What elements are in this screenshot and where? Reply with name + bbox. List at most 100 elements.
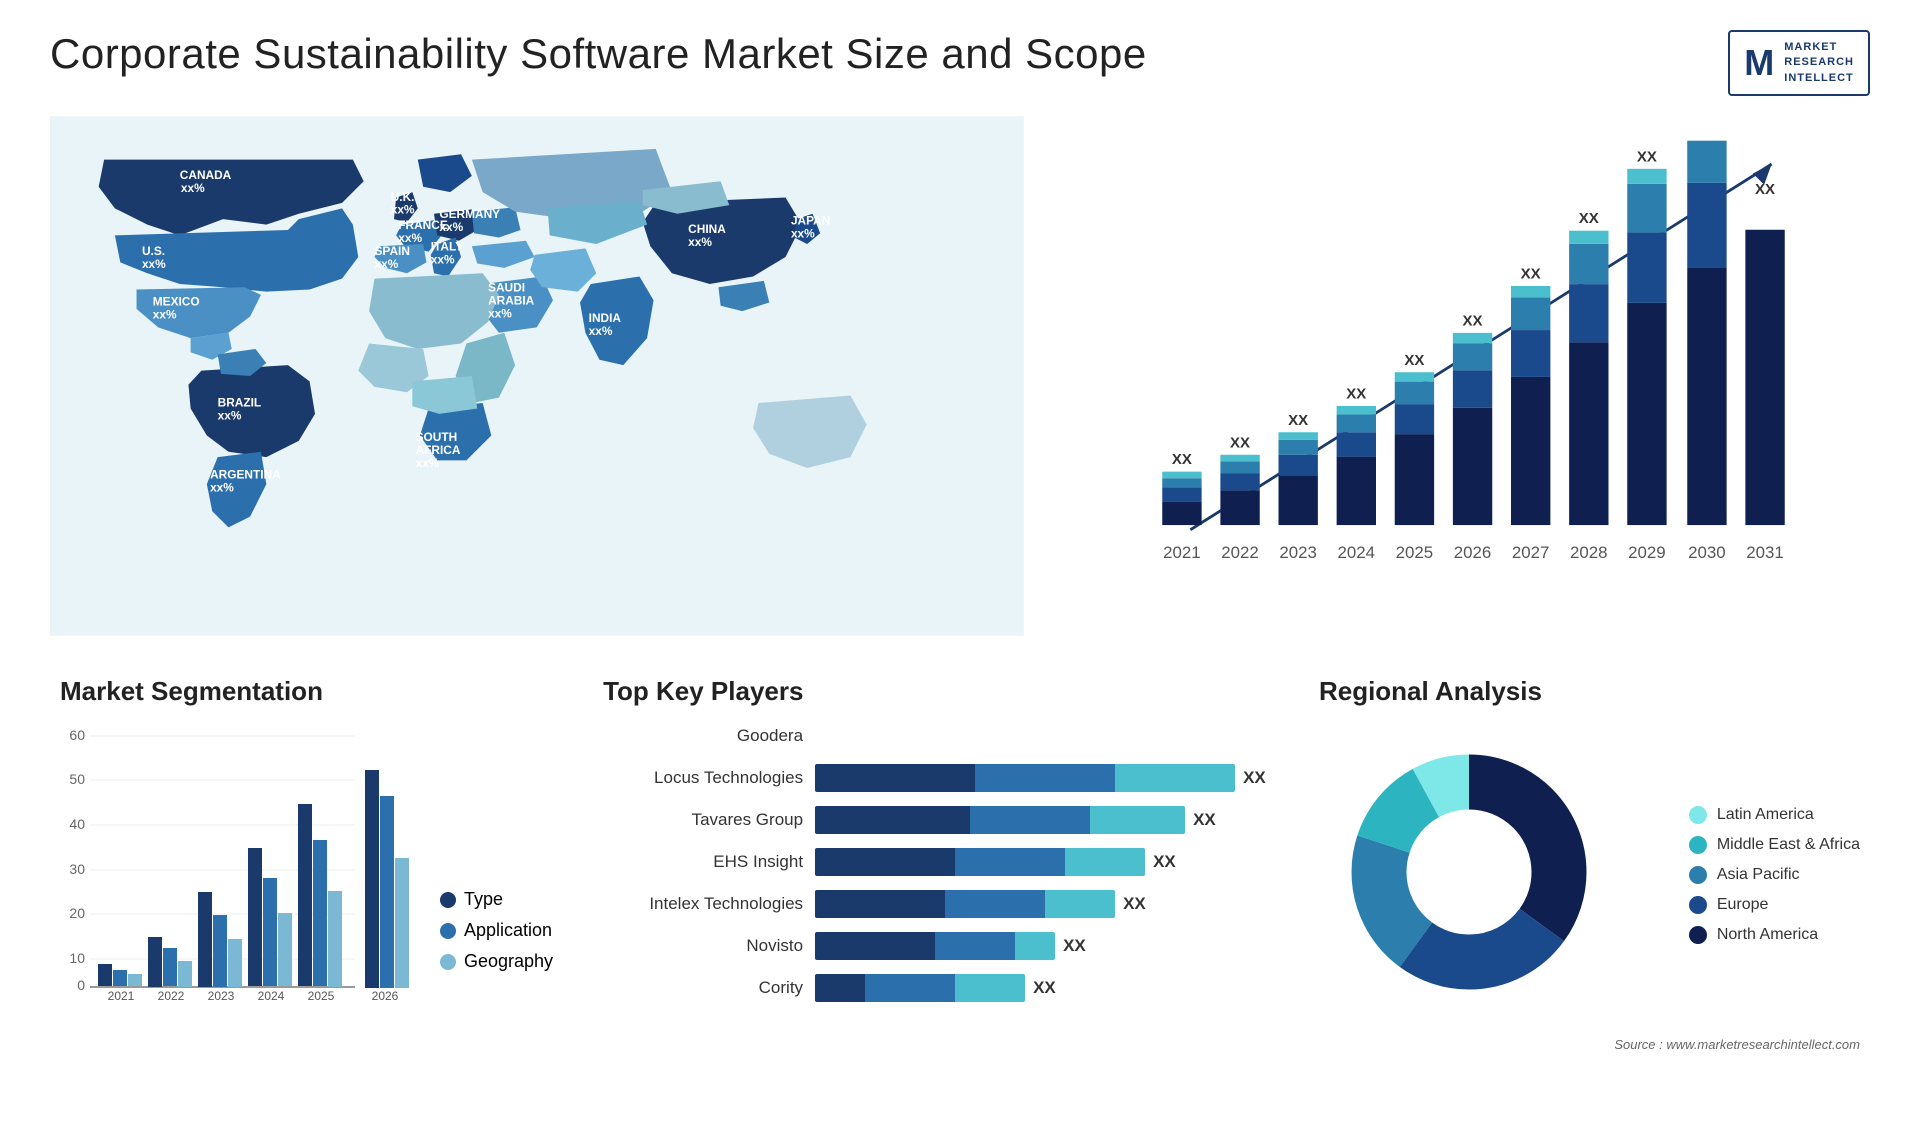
japan-label: JAPAN — [791, 214, 830, 228]
bar-locus-seg2 — [975, 764, 1115, 792]
bar-cority — [815, 974, 1025, 1002]
svg-text:2031: 2031 — [1746, 543, 1784, 562]
south-africa-label2: AFRICA — [416, 443, 461, 457]
bar-intelex — [815, 890, 1115, 918]
central-africa-shape — [412, 376, 477, 414]
svg-text:50: 50 — [69, 771, 85, 787]
saudi-label2: ARABIA — [488, 294, 535, 308]
svg-text:XX: XX — [1404, 352, 1424, 369]
player-tavares: Tavares Group XX — [603, 806, 1269, 834]
svg-text:2027: 2027 — [1511, 543, 1549, 562]
legend-type: Type — [440, 889, 553, 910]
china-label: CHINA — [688, 222, 726, 236]
player-name-ehs: EHS Insight — [603, 852, 803, 872]
bar-locus-seg3 — [1115, 764, 1235, 792]
svg-text:XX: XX — [1755, 181, 1775, 198]
bar-tavares-seg1 — [815, 806, 970, 834]
bar-cority-seg2 — [865, 974, 955, 1002]
seg-content: 60 50 40 30 20 10 0 — [60, 722, 553, 1002]
legend-application-label: Application — [464, 920, 552, 941]
dot-europe — [1689, 896, 1707, 914]
world-map-svg: CANADA xx% U.S. xx% MEXICO xx% BRAZIL xx… — [50, 116, 1024, 636]
svg-text:60: 60 — [69, 727, 85, 743]
regional-title: Regional Analysis — [1319, 676, 1860, 707]
brazil-label: BRAZIL — [218, 395, 262, 409]
player-value-tavares: XX — [1193, 810, 1216, 830]
dot-north-america — [1689, 926, 1707, 944]
legend-asia-pacific: Asia Pacific — [1689, 866, 1860, 884]
player-value-ehs: XX — [1153, 852, 1176, 872]
top-section: CANADA xx% U.S. xx% MEXICO xx% BRAZIL xx… — [50, 116, 1870, 636]
legend-type-dot — [440, 892, 456, 908]
market-seg-title: Market Segmentation — [60, 676, 553, 707]
bar-novisto-seg3 — [1015, 932, 1055, 960]
us-label: U.S. — [142, 244, 165, 258]
player-name-novisto: Novisto — [603, 936, 803, 956]
label-latin-america: Latin America — [1717, 806, 1814, 824]
dot-latin-america — [1689, 806, 1707, 824]
svg-text:XX: XX — [1230, 434, 1250, 451]
key-players: Top Key Players Goodera Locus Technologi… — [583, 666, 1289, 1066]
svg-text:XX: XX — [1520, 266, 1540, 283]
growth-chart-svg: 2021 XX 2022 XX 2023 XX — [1064, 136, 1861, 586]
svg-text:2025: 2025 — [308, 989, 335, 1002]
svg-text:2021: 2021 — [1163, 543, 1201, 562]
svg-text:2021: 2021 — [108, 989, 135, 1002]
argentina-value: xx% — [210, 481, 234, 495]
france-value: xx% — [398, 231, 422, 245]
svg-text:2028: 2028 — [1570, 543, 1608, 562]
player-value-novisto: XX — [1063, 936, 1086, 956]
player-novisto: Novisto XX — [603, 932, 1269, 960]
legend-geography-dot — [440, 954, 456, 970]
saudi-label: SAUDI — [488, 281, 525, 295]
bar-novisto — [815, 932, 1055, 960]
growth-chart-container: 2021 XX 2022 XX 2023 XX — [1054, 116, 1871, 636]
donut-wrap: Latin America Middle East & Africa Asia … — [1319, 722, 1860, 1027]
label-north-america: North America — [1717, 926, 1818, 944]
bar-cority-seg3 — [955, 974, 1025, 1002]
argentina-label: ARGENTINA — [210, 468, 281, 482]
logo-text: MARKET RESEARCH INTELLECT — [1784, 40, 1854, 86]
svg-text:XX: XX — [1578, 210, 1598, 227]
player-name-goodera: Goodera — [603, 726, 803, 746]
svg-text:XX: XX — [1462, 313, 1482, 330]
svg-text:10: 10 — [69, 950, 85, 966]
player-name-locus: Locus Technologies — [603, 768, 803, 788]
player-bar-intelex: XX — [815, 890, 1269, 918]
bottom-section: Market Segmentation 60 50 40 30 20 10 0 — [50, 666, 1870, 1066]
player-bar-locus: XX — [815, 764, 1269, 792]
bar-intelex-seg3 — [1045, 890, 1115, 918]
bar-intelex-seg1 — [815, 890, 945, 918]
svg-text:2022: 2022 — [158, 989, 185, 1002]
bar-ehs-seg1 — [815, 848, 955, 876]
svg-text:XX: XX — [1346, 386, 1366, 403]
logo: M MARKET RESEARCH INTELLECT — [1728, 30, 1870, 96]
logo-letter: M — [1744, 42, 1774, 84]
japan-value: xx% — [791, 227, 815, 241]
donut-svg-wrap — [1319, 722, 1669, 1027]
player-bar-goodera — [815, 722, 1269, 750]
south-africa-value: xx% — [416, 456, 440, 470]
south-africa-label: SOUTH — [416, 430, 458, 444]
bar-cority-seg1 — [815, 974, 865, 1002]
svg-text:2030: 2030 — [1688, 543, 1726, 562]
mexico-value: xx% — [153, 308, 177, 322]
legend-type-label: Type — [464, 889, 503, 910]
bar-tavares — [815, 806, 1185, 834]
mexico-label: MEXICO — [153, 295, 200, 309]
legend-europe: Europe — [1689, 896, 1860, 914]
player-bar-ehs: XX — [815, 848, 1269, 876]
canada-label: CANADA — [180, 168, 232, 182]
player-goodera: Goodera — [603, 722, 1269, 750]
world-map-container: CANADA xx% U.S. xx% MEXICO xx% BRAZIL xx… — [50, 116, 1024, 636]
legend-application: Application — [440, 920, 553, 941]
italy-value: xx% — [431, 253, 455, 267]
player-value-intelex: XX — [1123, 894, 1146, 914]
legend-geography: Geography — [440, 951, 553, 972]
player-locus: Locus Technologies XX — [603, 764, 1269, 792]
brazil-value: xx% — [218, 408, 242, 422]
svg-text:XX: XX — [1171, 451, 1191, 468]
key-players-title: Top Key Players — [603, 676, 1269, 707]
uk-value: xx% — [391, 203, 415, 217]
dot-asia-pacific — [1689, 866, 1707, 884]
